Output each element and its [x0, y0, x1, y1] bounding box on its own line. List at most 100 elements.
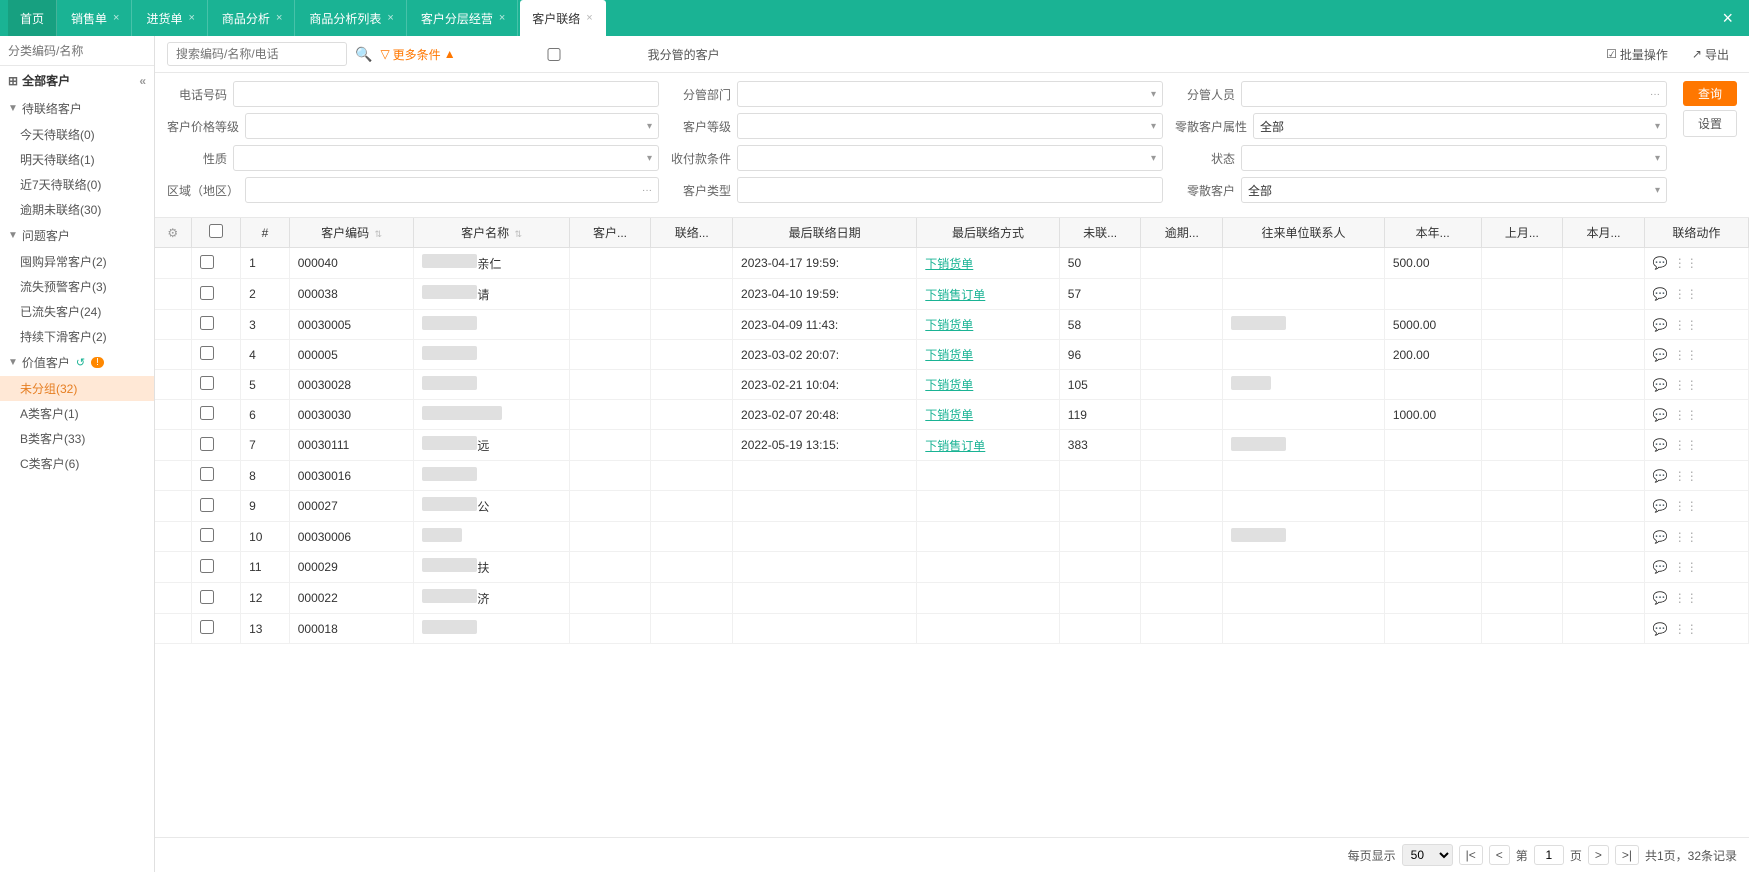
reset-button[interactable]: 设置	[1683, 110, 1737, 137]
message-icon[interactable]: 💬	[1653, 256, 1668, 270]
col-last-contact-date[interactable]: 最后联络日期	[733, 218, 917, 248]
value-refresh-icon[interactable]: ↺	[76, 356, 85, 369]
row-checkbox[interactable]	[200, 376, 214, 390]
row-checkbox[interactable]	[200, 437, 214, 451]
all-customers-title[interactable]: ⊞ 全部客户 «	[0, 66, 154, 95]
col-no-contact[interactable]: 未联...	[1059, 218, 1141, 248]
filter-region-input[interactable]: ···	[245, 177, 659, 203]
message-icon[interactable]: 💬	[1653, 318, 1668, 332]
grid-action-icon[interactable]: ⋮⋮	[1674, 622, 1698, 636]
filter-customer-level-select[interactable]: ▾	[737, 113, 1163, 139]
contact-method-link[interactable]: 下销售订单	[925, 439, 985, 453]
sidebar-group-value[interactable]: ▼ 价值客户 ↺ !	[0, 349, 154, 376]
grid-action-icon[interactable]: ⋮⋮	[1674, 378, 1698, 392]
sidebar-item-abnormal[interactable]: 囤购异常客户(2)	[0, 249, 154, 274]
grid-action-icon[interactable]: ⋮⋮	[1674, 499, 1698, 513]
window-close-btn[interactable]: ×	[1714, 8, 1741, 29]
col-customer-name[interactable]: 客户名称 ⇅	[414, 218, 569, 248]
row-checkbox[interactable]	[200, 406, 214, 420]
col-this-year[interactable]: 本年...	[1384, 218, 1481, 248]
grid-action-icon[interactable]: ⋮⋮	[1674, 469, 1698, 483]
tab-customer-segment[interactable]: 客户分层经营 ×	[409, 0, 518, 36]
row-checkbox[interactable]	[200, 286, 214, 300]
filter-scatter-attr-select[interactable]: 全部 ▾	[1253, 113, 1667, 139]
col-customer-code[interactable]: 客户编码 ⇅	[289, 218, 414, 248]
row-checkbox[interactable]	[200, 590, 214, 604]
row-checkbox[interactable]	[200, 255, 214, 269]
select-all-checkbox[interactable]	[209, 224, 223, 238]
cell-checkbox[interactable]	[191, 461, 241, 491]
batch-ops-btn[interactable]: ☑ 批量操作	[1598, 43, 1676, 66]
filter-phone-input[interactable]	[233, 81, 659, 107]
row-checkbox[interactable]	[200, 346, 214, 360]
tab-customer-contact-close[interactable]: ×	[586, 12, 592, 24]
sidebar-item-7day-pending[interactable]: 近7天待联络(0)	[0, 172, 154, 197]
col-last-contact-method[interactable]: 最后联络方式	[917, 218, 1060, 248]
person-dots-icon[interactable]: ···	[1650, 89, 1660, 100]
sidebar-collapse-btn[interactable]: «	[139, 74, 146, 88]
filter-search-icon[interactable]: 🔍	[355, 46, 372, 63]
sidebar-item-churn-warning[interactable]: 流失预警客户(3)	[0, 274, 154, 299]
grid-action-icon[interactable]: ⋮⋮	[1674, 408, 1698, 422]
cell-checkbox[interactable]	[191, 614, 241, 644]
grid-action-icon[interactable]: ⋮⋮	[1674, 560, 1698, 574]
message-icon[interactable]: 💬	[1653, 622, 1668, 636]
message-icon[interactable]: 💬	[1653, 408, 1668, 422]
row-checkbox[interactable]	[200, 559, 214, 573]
tab-purchase[interactable]: 进货单 ×	[134, 0, 207, 36]
filter-dept-select[interactable]: ▾	[737, 81, 1163, 107]
col-this-month[interactable]: 本月...	[1563, 218, 1645, 248]
grid-action-icon[interactable]: ⋮⋮	[1674, 287, 1698, 301]
cell-checkbox[interactable]	[191, 583, 241, 614]
col-checkbox[interactable]	[191, 218, 241, 248]
next-page-btn[interactable]: >	[1588, 845, 1609, 865]
filter-payment-select[interactable]: ▾	[737, 145, 1163, 171]
row-checkbox[interactable]	[200, 467, 214, 481]
message-icon[interactable]: 💬	[1653, 591, 1668, 605]
col-settings[interactable]: ⚙	[155, 218, 191, 248]
tab-home[interactable]: 首页	[8, 0, 57, 36]
col-overdue[interactable]: 逾期...	[1141, 218, 1223, 248]
cell-checkbox[interactable]	[191, 400, 241, 430]
contact-method-link[interactable]: 下销货单	[925, 318, 973, 332]
row-checkbox[interactable]	[200, 316, 214, 330]
cell-checkbox[interactable]	[191, 552, 241, 583]
filter-person-input[interactable]: ···	[1241, 81, 1667, 107]
sidebar-search-input[interactable]	[8, 44, 155, 58]
filter-price-level-select[interactable]: ▾	[245, 113, 659, 139]
message-icon[interactable]: 💬	[1653, 438, 1668, 452]
col-customer-type[interactable]: 客户...	[569, 218, 651, 248]
per-page-select[interactable]: 50 100 200	[1402, 844, 1453, 866]
cell-checkbox[interactable]	[191, 491, 241, 522]
tab-product-analysis-close[interactable]: ×	[276, 12, 282, 24]
grid-action-icon[interactable]: ⋮⋮	[1674, 591, 1698, 605]
contact-method-link[interactable]: 下销货单	[925, 348, 973, 362]
contact-method-link[interactable]: 下销货单	[925, 378, 973, 392]
contact-method-link[interactable]: 下销货单	[925, 408, 973, 422]
message-icon[interactable]: 💬	[1653, 287, 1668, 301]
sidebar-item-declining[interactable]: 持续下滑客户(2)	[0, 324, 154, 349]
tab-sales[interactable]: 销售单 ×	[59, 0, 132, 36]
message-icon[interactable]: 💬	[1653, 530, 1668, 544]
cell-checkbox[interactable]	[191, 522, 241, 552]
grid-action-icon[interactable]: ⋮⋮	[1674, 256, 1698, 270]
col-trading-contact[interactable]: 往来单位联系人	[1223, 218, 1385, 248]
contact-method-link[interactable]: 下销货单	[925, 257, 973, 271]
search-input[interactable]	[167, 42, 347, 66]
filter-customer-type-input[interactable]	[737, 177, 1163, 203]
sidebar-item-overdue-pending[interactable]: 逾期未联络(30)	[0, 197, 154, 222]
col-contact[interactable]: 联络...	[651, 218, 733, 248]
my-customers-check[interactable]	[464, 48, 644, 61]
sidebar-item-today-pending[interactable]: 今天待联络(0)	[0, 122, 154, 147]
sidebar-item-b-class[interactable]: B类客户(33)	[0, 426, 154, 451]
table-settings-icon[interactable]: ⚙	[167, 226, 178, 240]
prev-page-btn[interactable]: <	[1489, 845, 1510, 865]
sidebar-item-ungrouped[interactable]: 未分组(32)	[0, 376, 154, 401]
tab-product-analysis-list[interactable]: 商品分析列表 ×	[297, 0, 406, 36]
sidebar-item-churned[interactable]: 已流失客户(24)	[0, 299, 154, 324]
my-customers-checkbox[interactable]: 我分管的客户	[464, 46, 720, 63]
tab-sales-close[interactable]: ×	[113, 12, 119, 24]
filter-status-select[interactable]: ▾	[1241, 145, 1667, 171]
row-checkbox[interactable]	[200, 498, 214, 512]
last-page-btn[interactable]: >|	[1615, 845, 1639, 865]
